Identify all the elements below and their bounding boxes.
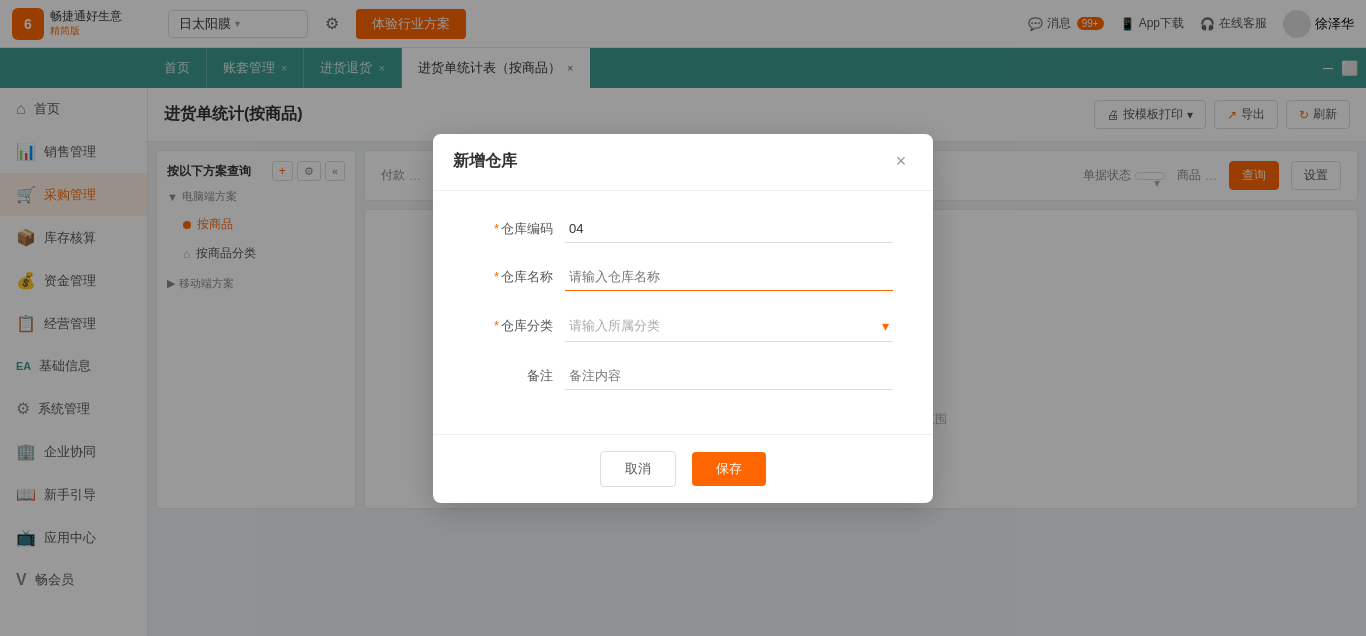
note-label: 备注 — [473, 367, 553, 385]
modal-overlay: 新增仓库 × 仓库编码 仓库名称 仓库分类 请输入所属分类 ▾ — [0, 0, 1366, 636]
name-label: 仓库名称 — [473, 268, 553, 286]
note-input[interactable] — [565, 362, 893, 390]
dialog-header: 新增仓库 × — [433, 134, 933, 191]
dialog-close-button[interactable]: × — [889, 150, 913, 174]
form-row-name: 仓库名称 — [473, 263, 893, 291]
form-row-category: 仓库分类 请输入所属分类 ▾ — [473, 311, 893, 342]
category-placeholder: 请输入所属分类 — [569, 317, 882, 335]
code-label: 仓库编码 — [473, 220, 553, 238]
category-select[interactable]: 请输入所属分类 ▾ — [565, 311, 893, 342]
name-input[interactable] — [565, 263, 893, 291]
dialog-footer: 取消 保存 — [433, 434, 933, 503]
code-input[interactable] — [565, 215, 893, 243]
dialog-body: 仓库编码 仓库名称 仓库分类 请输入所属分类 ▾ 备注 — [433, 191, 933, 434]
cancel-button[interactable]: 取消 — [600, 451, 676, 487]
category-label: 仓库分类 — [473, 317, 553, 335]
save-button[interactable]: 保存 — [692, 452, 766, 486]
add-warehouse-dialog: 新增仓库 × 仓库编码 仓库名称 仓库分类 请输入所属分类 ▾ — [433, 134, 933, 503]
dialog-title: 新增仓库 — [453, 151, 517, 172]
select-arrow-icon: ▾ — [882, 318, 889, 334]
form-row-code: 仓库编码 — [473, 215, 893, 243]
form-row-note: 备注 — [473, 362, 893, 390]
